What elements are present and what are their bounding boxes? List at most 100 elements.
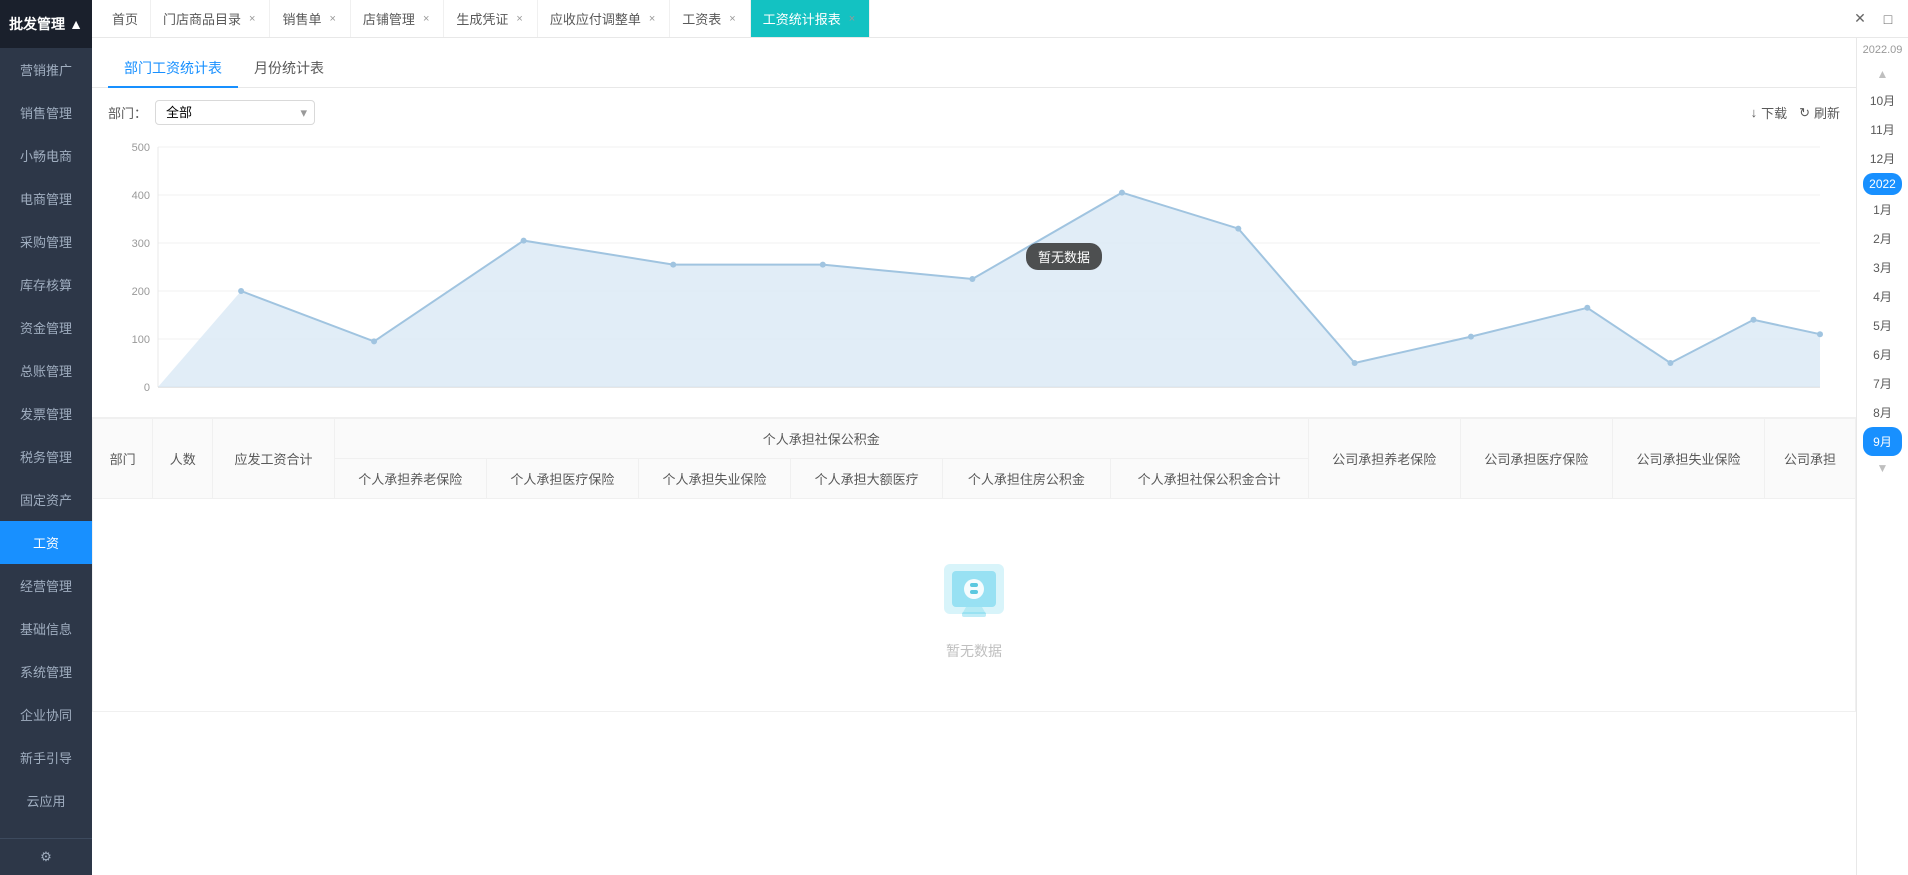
no-data-area: 暂无数据 <box>105 509 1843 701</box>
chart-inner: 5004003002001000 暂无数据 <box>108 137 1840 417</box>
sidebar-item-销售管理[interactable]: 销售管理 <box>0 91 92 134</box>
sidebar-item-总账管理[interactable]: 总账管理 <box>0 349 92 392</box>
settings-button[interactable]: ⚙ <box>0 838 92 875</box>
download-label: 下载 <box>1761 103 1787 122</box>
th-headcount: 人数 <box>153 419 213 499</box>
sidebar-item-工资[interactable]: 工资 <box>0 521 92 564</box>
tab-应收应付调整单[interactable]: 应收应付调整单× <box>538 0 670 38</box>
tab-close-生成凭证[interactable]: × <box>514 12 524 26</box>
right-panel-item-4月[interactable]: 4月 <box>1863 282 1902 311</box>
tab-close-工资统计报表[interactable]: × <box>847 12 857 26</box>
main-area: 首页门店商品目录×销售单×店铺管理×生成凭证×应收应付调整单×工资表×工资统计报… <box>92 0 1908 875</box>
th-personal-1: 个人承担医疗保险 <box>486 459 638 499</box>
toolbar-right: ↓ 下载 ↻ 刷新 <box>1751 103 1840 122</box>
toolbar-left: 部门： 全部 <box>108 100 315 125</box>
sub-tab-月份统计表[interactable]: 月份统计表 <box>238 50 340 88</box>
sidebar-item-采购管理[interactable]: 采购管理 <box>0 220 92 263</box>
right-panel-item-11月[interactable]: 11月 <box>1863 115 1902 144</box>
dept-label: 部门： <box>108 103 147 122</box>
right-panel: 2022.09 ▲ 10月11月12月20221月2月3月4月5月6月7月8月9… <box>1856 38 1908 875</box>
sidebar-item-经营管理[interactable]: 经营管理 <box>0 564 92 607</box>
no-data-icon <box>934 549 1014 629</box>
sidebar-item-库存核算[interactable]: 库存核算 <box>0 263 92 306</box>
th-personal-group: 个人承担社保公积金 <box>334 419 1308 459</box>
content-area: 部门工资统计表月份统计表 部门： 全部 ↓ 下载 <box>92 38 1908 875</box>
sub-tabs: 部门工资统计表月份统计表 <box>92 38 1856 88</box>
sub-tab-部门工资统计表[interactable]: 部门工资统计表 <box>108 50 238 88</box>
toolbar: 部门： 全部 ↓ 下载 ↻ 刷新 <box>92 88 1856 137</box>
tab-店铺管理[interactable]: 店铺管理× <box>351 0 444 38</box>
no-data-text: 暂无数据 <box>946 641 1002 661</box>
sidebar-item-小畅电商[interactable]: 小畅电商 <box>0 134 92 177</box>
tab-工资表[interactable]: 工资表× <box>670 0 750 38</box>
tab-门店商品目录[interactable]: 门店商品目录× <box>151 0 270 38</box>
svg-text:300: 300 <box>132 238 150 250</box>
right-panel-item-10月[interactable]: 10月 <box>1863 86 1902 115</box>
sidebar-item-企业协同[interactable]: 企业协同 <box>0 693 92 736</box>
right-panel-current-date: 2022.09 <box>1859 38 1907 62</box>
sidebar-item-营销推广[interactable]: 营销推广 <box>0 48 92 91</box>
sidebar: 批发管理 ▲ 营销推广销售管理小畅电商电商管理采购管理库存核算资金管理总账管理发… <box>0 0 92 875</box>
right-panel-item-9月[interactable]: 9月 <box>1863 427 1902 456</box>
dept-select[interactable]: 全部 <box>155 100 315 125</box>
right-panel-item-1月[interactable]: 1月 <box>1863 195 1902 224</box>
main-content: 部门工资统计表月份统计表 部门： 全部 ↓ 下载 <box>92 38 1856 875</box>
th-company-other: 公司承担 <box>1765 419 1856 499</box>
settings-icon: ⚙ <box>40 849 52 864</box>
tab-bar-restore-btn[interactable]: □ <box>1876 7 1900 31</box>
tab-生成凭证[interactable]: 生成凭证× <box>444 0 537 38</box>
th-personal-4: 个人承担住房公积金 <box>943 459 1110 499</box>
sidebar-item-资金管理[interactable]: 资金管理 <box>0 306 92 349</box>
tab-销售单[interactable]: 销售单× <box>270 0 350 38</box>
right-panel-item-12月[interactable]: 12月 <box>1863 144 1902 173</box>
tab-首页[interactable]: 首页 <box>100 0 151 38</box>
right-panel-item-8月[interactable]: 8月 <box>1863 398 1902 427</box>
th-dept: 部门 <box>93 419 153 499</box>
refresh-icon: ↻ <box>1799 105 1810 121</box>
tab-bar-close-btn[interactable]: ✕ <box>1848 7 1872 31</box>
sidebar-item-固定资产[interactable]: 固定资产 <box>0 478 92 521</box>
sidebar-item-系统管理[interactable]: 系统管理 <box>0 650 92 693</box>
svg-text:100: 100 <box>132 334 150 346</box>
th-personal-3: 个人承担大额医疗 <box>791 459 943 499</box>
tab-close-店铺管理[interactable]: × <box>421 12 431 26</box>
right-panel-nav-up[interactable]: ▲ <box>1871 62 1895 86</box>
download-button[interactable]: ↓ 下载 <box>1751 103 1788 122</box>
svg-text:0: 0 <box>144 382 150 394</box>
tab-close-销售单[interactable]: × <box>327 12 337 26</box>
dept-select-wrapper[interactable]: 全部 <box>155 100 315 125</box>
right-panel-item-2022[interactable]: 2022 <box>1863 173 1902 195</box>
th-personal-0: 个人承担养老保险 <box>334 459 486 499</box>
sidebar-item-云应用[interactable]: 云应用 <box>0 779 92 822</box>
no-data-cell: 暂无数据 <box>93 499 1856 712</box>
right-panel-item-3月[interactable]: 3月 <box>1863 253 1902 282</box>
th-company-medical: 公司承担医疗保险 <box>1460 419 1612 499</box>
download-icon: ↓ <box>1751 105 1758 120</box>
th-company-unemploy: 公司承担失业保险 <box>1612 419 1764 499</box>
right-panel-nav-down[interactable]: ▼ <box>1871 456 1895 480</box>
chart-container: 5004003002001000 暂无数据 <box>92 137 1856 417</box>
tab-bar-actions: ✕ □ <box>1848 7 1900 31</box>
tab-bar: 首页门店商品目录×销售单×店铺管理×生成凭证×应收应付调整单×工资表×工资统计报… <box>92 0 1908 38</box>
sidebar-item-电商管理[interactable]: 电商管理 <box>0 177 92 220</box>
svg-text:200: 200 <box>132 286 150 298</box>
data-table: 部门 人数 应发工资合计 个人承担社保公积金 公司承担养老保险 公司承担医疗保险… <box>92 418 1856 712</box>
right-panel-item-7月[interactable]: 7月 <box>1863 369 1902 398</box>
right-panel-item-5月[interactable]: 5月 <box>1863 311 1902 340</box>
refresh-button[interactable]: ↻ 刷新 <box>1799 103 1840 122</box>
sidebar-item-基础信息[interactable]: 基础信息 <box>0 607 92 650</box>
th-personal-2: 个人承担失业保险 <box>638 459 790 499</box>
tab-close-应收应付调整单[interactable]: × <box>647 12 657 26</box>
tab-close-工资表[interactable]: × <box>727 12 737 26</box>
tab-工资统计报表[interactable]: 工资统计报表× <box>751 0 870 38</box>
right-panel-item-2月[interactable]: 2月 <box>1863 224 1902 253</box>
right-panel-item-6月[interactable]: 6月 <box>1863 340 1902 369</box>
tab-close-门店商品目录[interactable]: × <box>247 12 257 26</box>
table-wrapper[interactable]: 部门 人数 应发工资合计 个人承担社保公积金 公司承担养老保险 公司承担医疗保险… <box>92 417 1856 875</box>
sidebar-item-新手引导[interactable]: 新手引导 <box>0 736 92 779</box>
sidebar-title[interactable]: 批发管理 ▲ <box>0 0 92 48</box>
svg-text:400: 400 <box>132 190 150 202</box>
sidebar-item-税务管理[interactable]: 税务管理 <box>0 435 92 478</box>
sidebar-item-发票管理[interactable]: 发票管理 <box>0 392 92 435</box>
sidebar-title-text: 批发管理 <box>9 14 65 34</box>
